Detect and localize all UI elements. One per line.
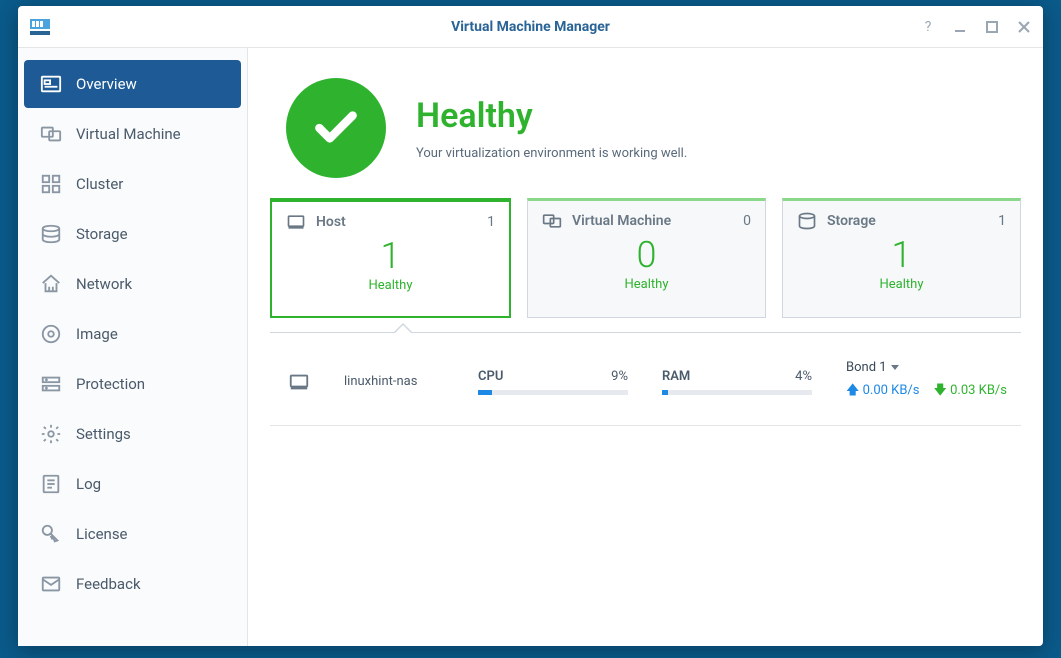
ram-bar — [662, 390, 812, 395]
card-host[interactable]: Host 1 1 Healthy — [270, 198, 511, 318]
titlebar: Virtual Machine Manager ? — [18, 6, 1043, 48]
vm-icon — [40, 123, 62, 145]
health-badge-icon — [286, 78, 386, 178]
sidebar-item-label: License — [76, 525, 128, 543]
card-status: Healthy — [272, 278, 509, 293]
sidebar-item-log[interactable]: Log — [24, 460, 241, 508]
ram-label: RAM — [662, 369, 690, 384]
card-head: Host 1 — [272, 202, 509, 232]
sidebar-item-storage[interactable]: Storage — [24, 210, 241, 258]
card-pointer — [270, 332, 1021, 346]
card-count: 0 — [743, 213, 751, 229]
overview-icon — [40, 73, 62, 95]
window-controls: ? — [919, 18, 1033, 36]
health-banner: Healthy Your virtualization environment … — [270, 68, 1021, 198]
card-label: Host — [316, 214, 346, 230]
card-label: Virtual Machine — [572, 213, 671, 229]
card-big-number: 0 — [528, 237, 765, 273]
card-status: Healthy — [528, 277, 765, 292]
sidebar-item-cluster[interactable]: Cluster — [24, 160, 241, 208]
card-body: 1 Healthy — [272, 238, 509, 293]
sidebar-item-label: Network — [76, 275, 132, 293]
sidebar-item-label: Log — [76, 475, 101, 493]
cpu-metric: CPU 9% — [478, 369, 628, 395]
network-interface-name: Bond 1 — [846, 360, 887, 375]
sidebar-item-label: Storage — [76, 225, 128, 243]
sidebar-item-settings[interactable]: Settings — [24, 410, 241, 458]
sidebar-item-protection[interactable]: Protection — [24, 360, 241, 408]
ram-metric: RAM 4% — [662, 369, 812, 395]
card-storage[interactable]: Storage 1 1 Healthy — [782, 198, 1021, 318]
license-icon — [40, 523, 62, 545]
card-count: 1 — [487, 214, 495, 230]
sidebar-item-label: Image — [76, 325, 118, 343]
sidebar-item-label: Protection — [76, 375, 145, 393]
settings-icon — [40, 423, 62, 445]
network-icon — [40, 273, 62, 295]
close-icon[interactable] — [1015, 18, 1033, 36]
cpu-bar — [478, 390, 628, 395]
card-body: 0 Healthy — [528, 237, 765, 292]
sidebar: Overview Virtual Machine Cluster Storage… — [18, 48, 248, 646]
storage-icon — [40, 223, 62, 245]
body: Overview Virtual Machine Cluster Storage… — [18, 48, 1043, 646]
storage-icon — [797, 211, 817, 231]
card-big-number: 1 — [783, 237, 1020, 273]
network-metric: Bond 1 🡅 0.00 KB/s 🡇 0.03 KB/s — [846, 360, 1016, 403]
card-count: 1 — [998, 213, 1006, 229]
sidebar-item-license[interactable]: License — [24, 510, 241, 558]
sidebar-item-label: Feedback — [76, 575, 141, 593]
window-title: Virtual Machine Manager — [18, 19, 1043, 35]
sidebar-item-label: Virtual Machine — [76, 125, 181, 143]
health-text: Healthy Your virtualization environment … — [416, 96, 687, 161]
image-icon — [40, 323, 62, 345]
summary-cards: Host 1 1 Healthy Virtual Machine 0 — [270, 198, 1021, 318]
host-icon — [286, 212, 306, 232]
sidebar-item-image[interactable]: Image — [24, 310, 241, 358]
sidebar-item-feedback[interactable]: Feedback — [24, 560, 241, 608]
protection-icon — [40, 373, 62, 395]
sidebar-item-overview[interactable]: Overview — [24, 60, 241, 108]
feedback-icon — [40, 573, 62, 595]
health-title: Healthy — [416, 96, 687, 136]
maximize-icon[interactable] — [983, 18, 1001, 36]
card-label: Storage — [827, 213, 876, 229]
sidebar-item-label: Overview — [76, 75, 137, 93]
cpu-value: 9% — [611, 369, 628, 384]
card-head: Virtual Machine 0 — [528, 201, 765, 231]
card-big-number: 1 — [272, 238, 509, 274]
app-window: Virtual Machine Manager ? Overview Virtu… — [18, 6, 1043, 646]
net-download: 🡇 0.03 KB/s — [934, 381, 1008, 403]
network-interface-selector[interactable]: Bond 1 — [846, 360, 899, 375]
card-status: Healthy — [783, 277, 1020, 292]
sidebar-item-label: Cluster — [76, 175, 123, 193]
chevron-down-icon — [891, 365, 899, 370]
arrow-up-icon: 🡅 — [846, 383, 859, 398]
host-detail-row: linuxhint-nas CPU 9% RAM 4% — [270, 346, 1021, 426]
cpu-label: CPU — [478, 369, 503, 384]
health-subtitle: Your virtualization environment is worki… — [416, 146, 687, 161]
sidebar-item-virtual-machine[interactable]: Virtual Machine — [24, 110, 241, 158]
card-body: 1 Healthy — [783, 237, 1020, 292]
minimize-icon[interactable] — [951, 18, 969, 36]
host-icon — [288, 371, 310, 393]
net-upload: 🡅 0.00 KB/s — [846, 381, 920, 403]
card-virtual-machine[interactable]: Virtual Machine 0 0 Healthy — [527, 198, 766, 318]
vm-icon — [542, 211, 562, 231]
cluster-icon — [40, 173, 62, 195]
arrow-down-icon: 🡇 — [934, 383, 947, 398]
sidebar-item-label: Settings — [76, 425, 131, 443]
sidebar-item-network[interactable]: Network — [24, 260, 241, 308]
log-icon — [40, 473, 62, 495]
host-name: linuxhint-nas — [344, 374, 444, 389]
help-icon[interactable]: ? — [919, 18, 937, 36]
main-content: Healthy Your virtualization environment … — [248, 48, 1043, 646]
pointer-arrow-icon — [394, 332, 412, 342]
card-head: Storage 1 — [783, 201, 1020, 231]
app-icon — [28, 15, 52, 39]
ram-value: 4% — [795, 369, 812, 384]
